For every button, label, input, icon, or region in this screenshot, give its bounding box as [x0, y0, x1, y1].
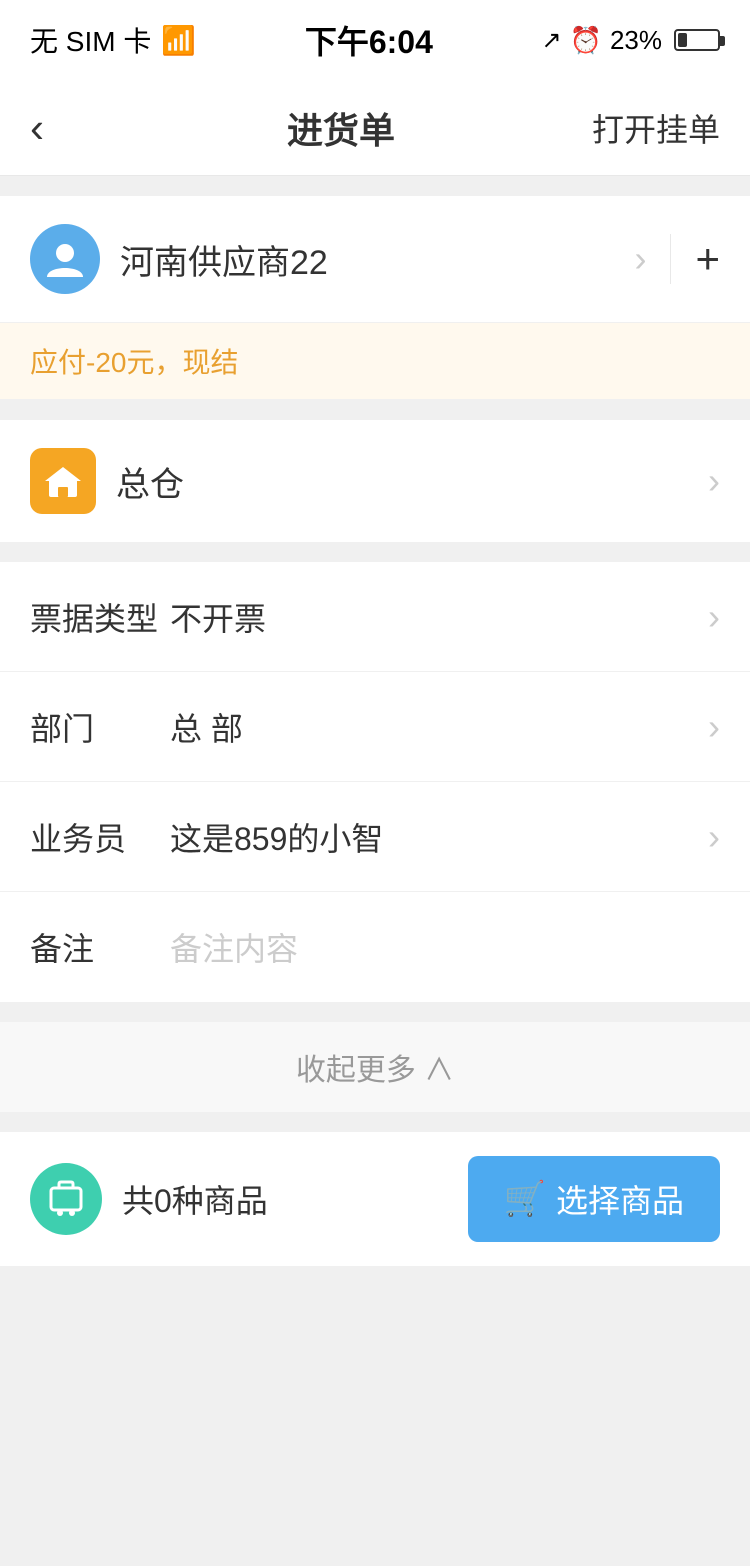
status-left: 无 SIM 卡 📶 — [30, 20, 196, 60]
notice-text: 应付-20元，现结 — [30, 347, 238, 378]
wifi-icon: 📶 — [161, 24, 196, 57]
page-bottom — [0, 1266, 750, 1566]
status-bar: 无 SIM 卡 📶 下午6:04 ↗ ⏰ 23% — [0, 0, 750, 80]
battery-icon — [674, 29, 720, 51]
nav-bar: ‹ 进货单 打开挂单 — [0, 80, 750, 176]
salesperson-row[interactable]: 业务员 这是859的小智 › — [0, 782, 750, 892]
warehouse-name: 总仓 — [116, 457, 708, 506]
open-pending-button[interactable]: 打开挂单 — [592, 105, 720, 151]
person-icon — [43, 237, 87, 281]
department-chevron-icon: › — [708, 706, 720, 748]
location-icon: ↗ — [541, 26, 561, 55]
section-gap-1 — [0, 176, 750, 196]
salesperson-label: 业务员 — [30, 814, 170, 860]
select-product-button[interactable]: 🛒 选择商品 — [468, 1156, 720, 1242]
product-count: 共0种商品 — [122, 1176, 468, 1222]
department-row[interactable]: 部门 总 部 › — [0, 672, 750, 782]
status-time: 下午6:04 — [305, 17, 433, 63]
remark-label: 备注 — [30, 924, 170, 970]
select-product-icon: 🛒 — [504, 1179, 546, 1219]
supplier-chevron-icon: › — [634, 238, 646, 280]
form-section: 票据类型 不开票 › 部门 总 部 › 业务员 这是859的小智 › 备注 备注… — [0, 562, 750, 1002]
ticket-type-row[interactable]: 票据类型 不开票 › — [0, 562, 750, 672]
carrier-label: 无 SIM 卡 — [30, 20, 151, 60]
ticket-type-value: 不开票 — [170, 594, 708, 640]
battery-label: 23% — [610, 25, 662, 56]
section-gap-2 — [0, 400, 750, 420]
notice-bar: 应付-20元，现结 — [0, 323, 750, 400]
warehouse-svg-icon — [43, 461, 83, 501]
department-value: 总 部 — [170, 704, 708, 750]
cart-icon — [45, 1178, 87, 1220]
vertical-divider — [670, 234, 671, 284]
warehouse-chevron-icon: › — [708, 460, 720, 502]
ticket-type-chevron-icon: › — [708, 596, 720, 638]
ticket-type-label: 票据类型 — [30, 594, 170, 640]
warehouse-icon — [30, 448, 96, 514]
add-button[interactable]: + — [695, 235, 720, 283]
collapse-row[interactable]: 收起更多 ∧ — [0, 1022, 750, 1112]
salesperson-value: 这是859的小智 — [170, 814, 708, 860]
collapse-label[interactable]: 收起更多 ∧ — [296, 1045, 454, 1089]
select-product-label: 选择商品 — [556, 1176, 684, 1222]
alarm-icon: ⏰ — [570, 25, 602, 56]
product-bar: 共0种商品 🛒 选择商品 — [0, 1132, 750, 1266]
back-button[interactable]: ‹ — [30, 104, 90, 152]
department-label: 部门 — [30, 704, 170, 750]
supplier-name: 河南供应商22 — [120, 235, 634, 284]
supplier-avatar — [30, 224, 100, 294]
page-title: 进货单 — [287, 102, 395, 154]
salesperson-chevron-icon: › — [708, 816, 720, 858]
supplier-section: 河南供应商22 › + 应付-20元，现结 — [0, 196, 750, 400]
remark-row[interactable]: 备注 备注内容 — [0, 892, 750, 1002]
status-right: ↗ ⏰ 23% — [541, 25, 720, 56]
warehouse-row[interactable]: 总仓 › — [0, 420, 750, 542]
remark-placeholder[interactable]: 备注内容 — [170, 924, 720, 970]
supplier-row[interactable]: 河南供应商22 › + — [0, 196, 750, 323]
warehouse-section[interactable]: 总仓 › — [0, 420, 750, 542]
product-icon — [30, 1163, 102, 1235]
